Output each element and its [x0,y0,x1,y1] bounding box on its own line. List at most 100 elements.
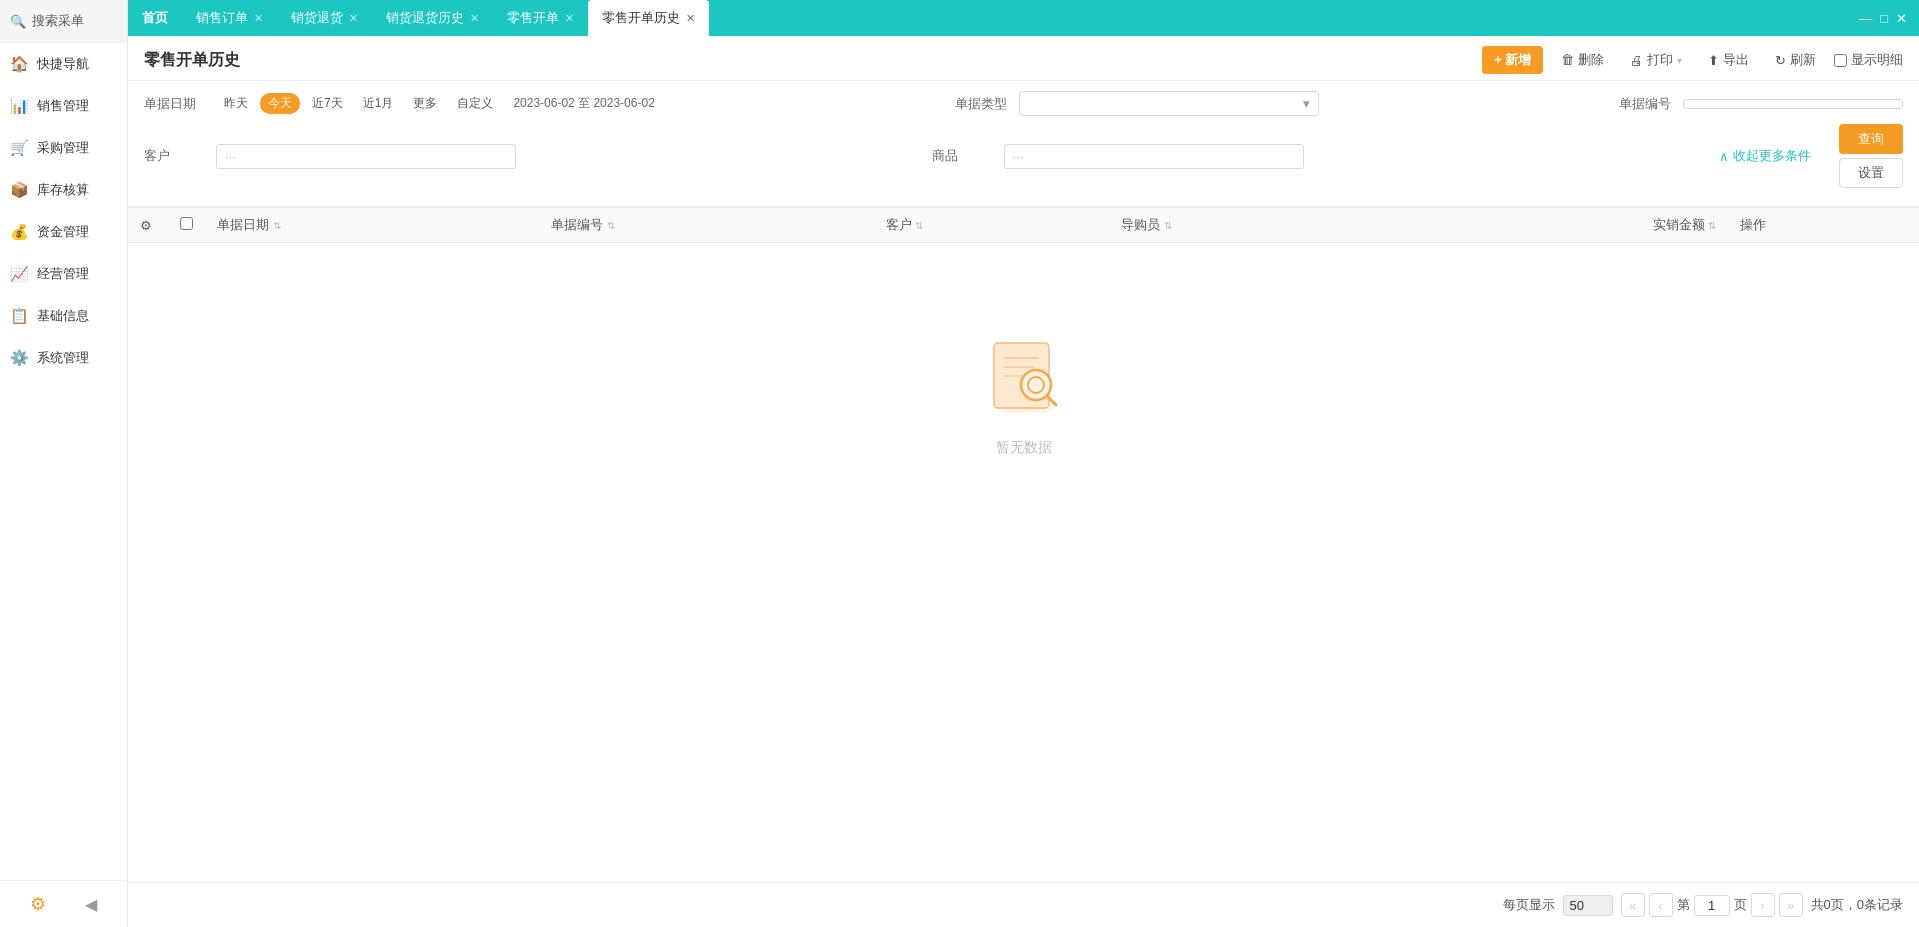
select-all-checkbox[interactable] [180,217,193,230]
order-no-input[interactable] [1683,99,1903,109]
th-amount-label: 实销金额 [1653,217,1705,232]
current-page-input[interactable]: 1 [1694,895,1730,916]
sidebar-item-label: 经营管理 [37,265,89,283]
sidebar-item-label: 采购管理 [37,139,89,157]
date-btn-more[interactable]: 更多 [405,93,445,114]
tab-retail-open[interactable]: 零售开单 ✕ [493,0,588,36]
collapse-icon: ∧ [1719,149,1729,164]
th-settings[interactable]: ⚙ [128,208,168,243]
clipboard-icon: 📋 [10,307,29,325]
print-label: 打印 [1647,51,1673,69]
th-amount[interactable]: 实销金额 ⇅ [1394,208,1728,243]
collapse-label: 收起更多条件 [1733,147,1811,165]
first-page-btn[interactable]: « [1621,893,1645,917]
page-total-label: 页 [1734,896,1747,914]
sort-salesperson-icon: ⇅ [1164,220,1172,231]
date-btn-yesterday[interactable]: 昨天 [216,93,256,114]
prev-page-btn[interactable]: ‹ [1649,893,1673,917]
type-label: 单据类型 [955,95,1007,113]
tab-sales-order[interactable]: 销售订单 ✕ [182,0,277,36]
sidebar-item-inventory[interactable]: 📦 库存核算 [0,169,127,211]
trending-icon: 📈 [10,265,29,283]
page-label: 第 [1677,896,1690,914]
th-date[interactable]: 单据日期 ⇅ [205,208,539,243]
export-button[interactable]: ⬆ 导出 [1700,47,1757,73]
refresh-label: 刷新 [1790,51,1816,69]
display-detail-input[interactable] [1834,54,1847,67]
date-btn-1month[interactable]: 近1月 [355,93,402,114]
date-btn-custom[interactable]: 自定义 [449,93,501,114]
date-label: 单据日期 [144,95,204,113]
tab-retail-history[interactable]: 零售开单历史 ✕ [588,0,709,36]
maximize-button[interactable]: □ [1880,11,1888,26]
empty-state-row: 暂无数据 [128,243,1919,538]
goods-placeholder: ··· [1013,149,1024,164]
tab-sales-order-close[interactable]: ✕ [254,12,263,25]
gear-icon: ⚙️ [10,349,29,367]
tab-sales-return-history-label: 销货退货历史 [386,9,464,27]
th-order-no[interactable]: 单据编号 ⇅ [539,208,873,243]
toolbar: + 新增 🗑 删除 🖨 打印 ▾ ⬆ 导出 ↻ 刷新 显示明细 [1482,46,1903,74]
goods-input[interactable]: ··· [1004,144,1304,169]
refresh-icon: ↻ [1775,53,1786,68]
delete-button[interactable]: 🗑 删除 [1553,47,1612,73]
collapse-sidebar-icon[interactable]: ◀ [85,895,97,914]
search-icon: 🔍 [10,14,26,29]
collapse-filter-btn[interactable]: ∧ 收起更多条件 [1719,147,1811,165]
add-button[interactable]: + 新增 [1482,46,1543,74]
type-select-arrow: ▾ [1303,96,1310,111]
minimize-button[interactable]: — [1859,11,1872,26]
sort-customer-icon: ⇅ [915,220,923,231]
export-icon: ⬆ [1708,53,1719,68]
data-table: ⚙ 单据日期 ⇅ 单据编号 ⇅ 客户 [128,207,1919,537]
sidebar-item-ops[interactable]: 📈 经营管理 [0,253,127,295]
th-customer[interactable]: 客户 ⇅ [874,208,1109,243]
prev-page-icon: ‹ [1658,898,1662,913]
display-detail-checkbox[interactable]: 显示明细 [1834,51,1903,69]
date-btn-today[interactable]: 今天 [260,93,300,114]
sidebar-search-label: 搜索采单 [32,12,84,30]
customer-input[interactable]: ··· [216,144,516,169]
sidebar-item-label: 系统管理 [37,349,89,367]
settings-bottom-icon[interactable]: ⚙ [30,893,46,915]
close-button[interactable]: ✕ [1896,11,1907,26]
sidebar-item-label: 快捷导航 [37,55,89,73]
th-salesperson[interactable]: 导购员 ⇅ [1109,208,1394,243]
tab-sales-return-history-close[interactable]: ✕ [470,12,479,25]
table-container: ⚙ 单据日期 ⇅ 单据编号 ⇅ 客户 [128,207,1919,882]
sort-date-icon: ⇅ [273,220,281,231]
sidebar-item-quick-nav[interactable]: 🏠 快捷导航 [0,43,127,85]
chart-icon: 📊 [10,97,29,115]
th-customer-label: 客户 [886,217,912,232]
tab-home[interactable]: 首页 [128,0,182,36]
pagination: 每页显示 10 20 50 100 « ‹ 第 1 页 [128,882,1919,927]
sidebar-search[interactable]: 🔍 搜索采单 [0,0,127,43]
next-page-btn[interactable]: › [1751,893,1775,917]
tab-sales-return[interactable]: 销货退货 ✕ [277,0,372,36]
settings-button[interactable]: 设置 [1839,158,1903,188]
date-btn-7days[interactable]: 近7天 [304,93,351,114]
last-page-btn[interactable]: » [1779,893,1803,917]
goods-label: 商品 [932,147,992,165]
tab-retail-history-close[interactable]: ✕ [686,12,695,25]
query-button[interactable]: 查询 [1839,124,1903,154]
type-select[interactable]: ▾ [1019,91,1319,116]
tab-sales-return-close[interactable]: ✕ [349,12,358,25]
sidebar-item-base-info[interactable]: 📋 基础信息 [0,295,127,337]
main-area: 首页 销售订单 ✕ 销货退货 ✕ 销货退货历史 ✕ 零售开单 ✕ 零售开单历史 … [128,0,1919,927]
tab-retail-open-close[interactable]: ✕ [565,12,574,25]
sidebar-item-finance[interactable]: 💰 资金管理 [0,211,127,253]
print-button[interactable]: 🖨 打印 ▾ [1622,47,1690,73]
refresh-button[interactable]: ↻ 刷新 [1767,47,1824,73]
page-size-select[interactable]: 10 20 50 100 [1563,895,1613,916]
sidebar-item-purchase-mgmt[interactable]: 🛒 采购管理 [0,127,127,169]
sort-amount-icon: ⇅ [1708,220,1716,231]
th-checkbox[interactable] [168,208,205,243]
sidebar-item-sales-mgmt[interactable]: 📊 销售管理 [0,85,127,127]
home-icon: 🏠 [10,55,29,73]
th-action-label: 操作 [1740,217,1766,232]
page-header: 零售开单历史 + 新增 🗑 删除 🖨 打印 ▾ ⬆ 导出 ↻ 刷新 [128,36,1919,81]
tab-sales-return-history[interactable]: 销货退货历史 ✕ [372,0,493,36]
sidebar: 🔍 搜索采单 🏠 快捷导航 📊 销售管理 🛒 采购管理 📦 库存核算 💰 资金管… [0,0,128,927]
sidebar-item-sys-mgmt[interactable]: ⚙️ 系统管理 [0,337,127,379]
